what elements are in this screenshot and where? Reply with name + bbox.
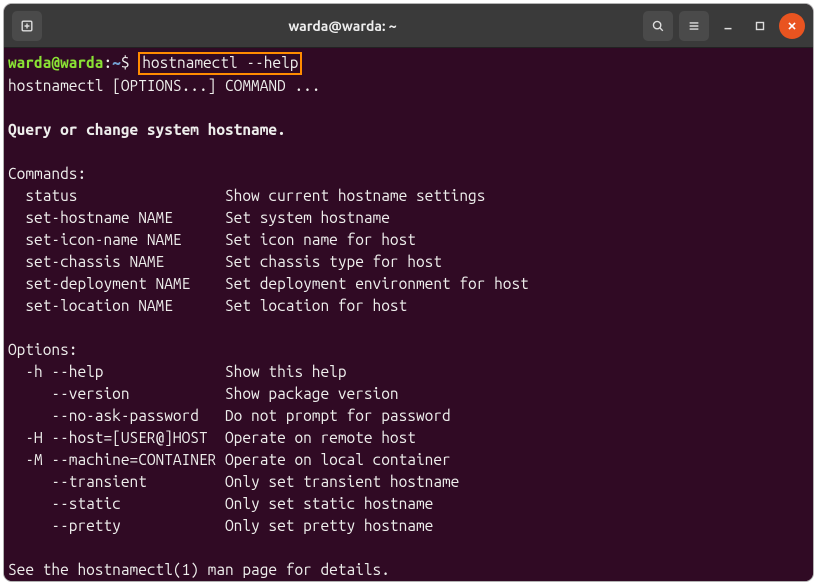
prompt-line: warda@warda:~$ hostnamectl --help [8,52,807,75]
new-tab-button[interactable] [12,11,42,41]
window-title: warda@warda: ~ [42,18,643,34]
commands-header: Commands: [8,163,807,185]
prompt-path: ~ [112,54,121,71]
options-header: Options: [8,339,807,361]
terminal-body[interactable]: warda@warda:~$ hostnamectl --helphostnam… [4,48,813,581]
close-button[interactable] [779,13,805,39]
option-row: --version Show package version [8,383,807,405]
command-row: set-chassis NAME Set chassis type for ho… [8,251,807,273]
search-button[interactable] [643,11,673,41]
command-row: status Show current hostname settings [8,185,807,207]
option-row: --pretty Only set pretty hostname [8,515,807,537]
prompt-sep: : [103,54,112,71]
command-row: set-icon-name NAME Set icon name for hos… [8,229,807,251]
option-row: -M --machine=CONTAINER Operate on local … [8,449,807,471]
entered-command: hostnamectl --help [138,52,302,75]
command-row: set-deployment NAME Set deployment envir… [8,273,807,295]
option-row: --static Only set static hostname [8,493,807,515]
titlebar[interactable]: warda@warda: ~ [4,4,813,48]
usage-line: hostnamectl [OPTIONS...] COMMAND ... [8,75,807,97]
minimize-button[interactable] [715,13,741,39]
command-row: set-location NAME Set location for host [8,295,807,317]
prompt-sigil: $ [121,54,138,71]
option-row: --transient Only set transient hostname [8,471,807,493]
command-row: set-hostname NAME Set system hostname [8,207,807,229]
terminal-window: warda@warda: ~ warda@warda:~$ hostnamect… [4,4,813,581]
option-row: --no-ask-password Do not prompt for pass… [8,405,807,427]
option-row: -h --help Show this help [8,361,807,383]
option-row: -H --host=[USER@]HOST Operate on remote … [8,427,807,449]
footer-line: See the hostnamectl(1) man page for deta… [8,559,807,581]
maximize-button[interactable] [747,13,773,39]
summary-line: Query or change system hostname. [8,119,807,141]
prompt-user-host: warda@warda [8,54,103,71]
menu-button[interactable] [679,11,709,41]
